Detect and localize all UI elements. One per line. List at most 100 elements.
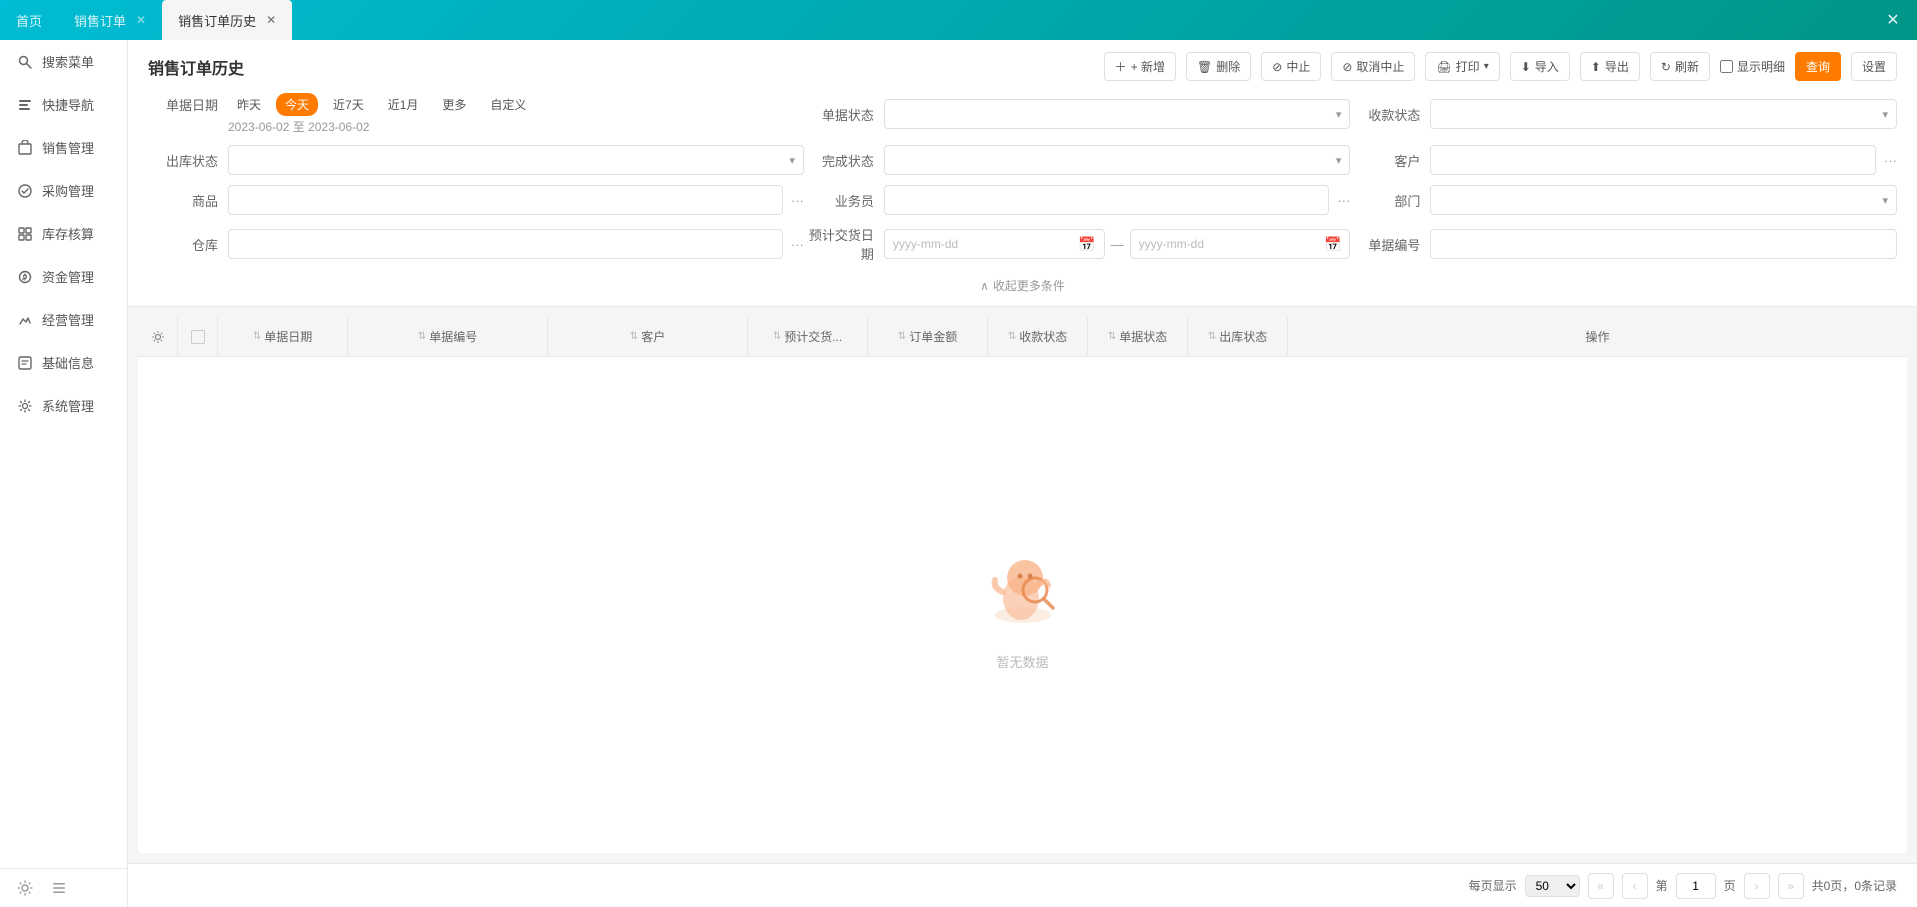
tab-sales-order-history-close[interactable]: ✕ xyxy=(266,13,276,27)
query-button[interactable]: 查询 xyxy=(1795,52,1841,81)
sidebar-bottom xyxy=(0,868,127,907)
add-button[interactable]: ＋ + 新增 xyxy=(1104,52,1176,81)
import-button[interactable]: ⬇ 导入 xyxy=(1510,52,1570,81)
sidebar-item-operations[interactable]: 经营管理 xyxy=(0,298,127,341)
filter-row-1: 单据日期 昨天 今天 近7天 近1月 更多 自定义 2023-06-02 至 2… xyxy=(148,93,1897,135)
th-stock: ⇅ 出库状态 xyxy=(1188,317,1288,356)
date-btn-custom[interactable]: 自定义 xyxy=(481,93,535,116)
th-delivery: ⇅ 预计交货... xyxy=(748,317,868,356)
bill-no-input[interactable] xyxy=(1430,229,1897,259)
th-settings[interactable] xyxy=(138,317,178,356)
stop-button[interactable]: ⊘ 中止 xyxy=(1261,52,1321,81)
display-toggle[interactable]: 显示明细 xyxy=(1720,58,1785,75)
sort-bill-icon[interactable]: ⇅ xyxy=(1108,331,1116,342)
date-btn-more[interactable]: 更多 xyxy=(433,93,475,116)
goods-input[interactable] xyxy=(228,185,783,215)
settings-button[interactable]: 设置 xyxy=(1851,52,1897,81)
complete-status-select[interactable]: ▾ xyxy=(884,145,1351,175)
display-toggle-checkbox[interactable] xyxy=(1720,60,1733,73)
th-bill: ⇅ 单据状态 xyxy=(1088,317,1188,356)
warehouse-more-icon[interactable]: ··· xyxy=(791,237,804,252)
receipt-status-arrow-icon: ▾ xyxy=(1882,108,1888,121)
th-no-label: 单据编号 xyxy=(429,328,477,345)
sidebar-item-search-menu[interactable]: 搜索菜单 xyxy=(0,40,127,83)
sidebar-item-sales-label: 销售管理 xyxy=(42,138,94,157)
sidebar-item-system[interactable]: 系统管理 xyxy=(0,384,127,427)
main-layout: 搜索菜单 快捷导航 销售管理 xyxy=(0,40,1917,907)
print-button[interactable]: 🖨 打印 ▾ xyxy=(1425,52,1499,81)
out-stock-select[interactable]: ▾ xyxy=(228,145,804,175)
sidebar-item-purchase[interactable]: 采购管理 xyxy=(0,169,127,212)
sort-date-icon[interactable]: ⇅ xyxy=(253,331,261,342)
delivery-date-from[interactable]: yyyy-mm-dd 📅 xyxy=(884,229,1105,259)
customer-label: 客户 xyxy=(1350,151,1430,170)
receipt-status-label: 收款状态 xyxy=(1350,105,1430,124)
tab-sales-order-history-label: 销售订单历史 xyxy=(178,11,256,30)
date-btn-last7[interactable]: 近7天 xyxy=(324,93,373,116)
last-page-button[interactable]: » xyxy=(1778,873,1804,899)
delivery-to-placeholder: yyyy-mm-dd xyxy=(1139,237,1204,251)
next-page-button[interactable]: › xyxy=(1744,873,1770,899)
date-btn-yesterday[interactable]: 昨天 xyxy=(228,93,270,116)
receipt-status-select[interactable]: ▾ xyxy=(1430,99,1897,129)
salesman-more-icon[interactable]: ··· xyxy=(1337,193,1350,208)
sidebar-item-sales[interactable]: 销售管理 xyxy=(0,126,127,169)
warehouse-input[interactable] xyxy=(228,229,783,259)
sort-delivery-icon[interactable]: ⇅ xyxy=(773,331,781,342)
import-icon: ⬇ xyxy=(1521,60,1531,74)
customer-input[interactable] xyxy=(1430,145,1876,175)
sidebar-item-quick-nav[interactable]: 快捷导航 xyxy=(0,83,127,126)
tab-sales-order[interactable]: 销售订单 ✕ xyxy=(58,0,162,40)
filter-goods-col: 商品 ··· xyxy=(148,185,804,215)
cancel-stop-button[interactable]: ⊘ 取消中止 xyxy=(1331,52,1415,81)
page-number-input[interactable] xyxy=(1676,873,1716,899)
select-all-checkbox[interactable] xyxy=(191,330,205,344)
date-btn-today[interactable]: 今天 xyxy=(276,93,318,116)
page-size-select[interactable]: 50 20 100 xyxy=(1525,875,1580,897)
sidebar-settings-icon[interactable] xyxy=(16,879,34,897)
filter-date-col: 单据日期 昨天 今天 近7天 近1月 更多 自定义 2023-06-02 至 2… xyxy=(148,93,804,135)
empty-icon xyxy=(973,540,1073,640)
sidebar-item-finance[interactable]: 资金管理 xyxy=(0,255,127,298)
bill-status-select[interactable]: ▾ xyxy=(884,99,1351,129)
delete-button[interactable]: 🗑 删除 xyxy=(1186,52,1251,81)
delivery-date-to[interactable]: yyyy-mm-dd 📅 xyxy=(1130,229,1351,259)
print-icon: 🖨 xyxy=(1436,60,1451,74)
prev-page-button[interactable]: ‹ xyxy=(1622,873,1648,899)
window-close-button[interactable]: ✕ xyxy=(1879,6,1907,34)
inventory-icon xyxy=(16,225,34,243)
date-btn-last1m[interactable]: 近1月 xyxy=(379,93,428,116)
sort-stock-icon[interactable]: ⇅ xyxy=(1208,331,1216,342)
tab-sales-order-history[interactable]: 销售订单历史 ✕ xyxy=(162,0,292,40)
goods-more-icon[interactable]: ··· xyxy=(791,193,804,208)
sidebar-collapse-icon[interactable] xyxy=(50,879,68,897)
date-label: 单据日期 xyxy=(148,95,228,114)
query-label: 查询 xyxy=(1806,58,1830,75)
first-page-button[interactable]: « xyxy=(1588,873,1614,899)
sort-customer-icon[interactable]: ⇅ xyxy=(630,331,638,342)
sidebar-item-inventory-label: 库存核算 xyxy=(42,224,94,243)
sidebar-item-basic-info[interactable]: 基础信息 xyxy=(0,341,127,384)
tab-home[interactable]: 首页 xyxy=(0,0,58,40)
export-button[interactable]: ⬆ 导出 xyxy=(1580,52,1640,81)
content-area: 销售订单历史 ＋ + 新增 🗑 删除 ⊘ 中止 ⊘ xyxy=(128,40,1917,907)
table-area: ⇅ 单据日期 ⇅ 单据编号 ⇅ 客户 ⇅ 预计交货... ⇅ 订单金额 xyxy=(138,317,1907,853)
dept-select[interactable]: ▾ xyxy=(1430,185,1897,215)
display-toggle-label: 显示明细 xyxy=(1737,58,1785,75)
th-ops-label: 操作 xyxy=(1585,328,1609,345)
sort-amount-icon[interactable]: ⇅ xyxy=(898,331,906,342)
salesman-input[interactable] xyxy=(884,185,1330,215)
empty-text: 暂无数据 xyxy=(996,652,1048,671)
refresh-button[interactable]: ↻ 刷新 xyxy=(1650,52,1710,81)
tab-sales-order-close[interactable]: ✕ xyxy=(136,13,146,27)
sidebar-item-inventory[interactable]: 库存核算 xyxy=(0,212,127,255)
date-range-text: 2023-06-02 至 2023-06-02 xyxy=(228,120,369,134)
th-checkbox[interactable] xyxy=(178,317,218,356)
collapse-row[interactable]: ∧ 收起更多条件 xyxy=(148,273,1897,294)
refresh-icon: ↻ xyxy=(1661,60,1671,74)
sort-no-icon[interactable]: ⇅ xyxy=(418,331,426,342)
sort-receipt-icon[interactable]: ⇅ xyxy=(1008,331,1016,342)
empty-state: 暂无数据 xyxy=(138,357,1907,853)
out-stock-arrow-icon: ▾ xyxy=(789,154,795,167)
customer-more-icon[interactable]: ··· xyxy=(1884,153,1897,168)
